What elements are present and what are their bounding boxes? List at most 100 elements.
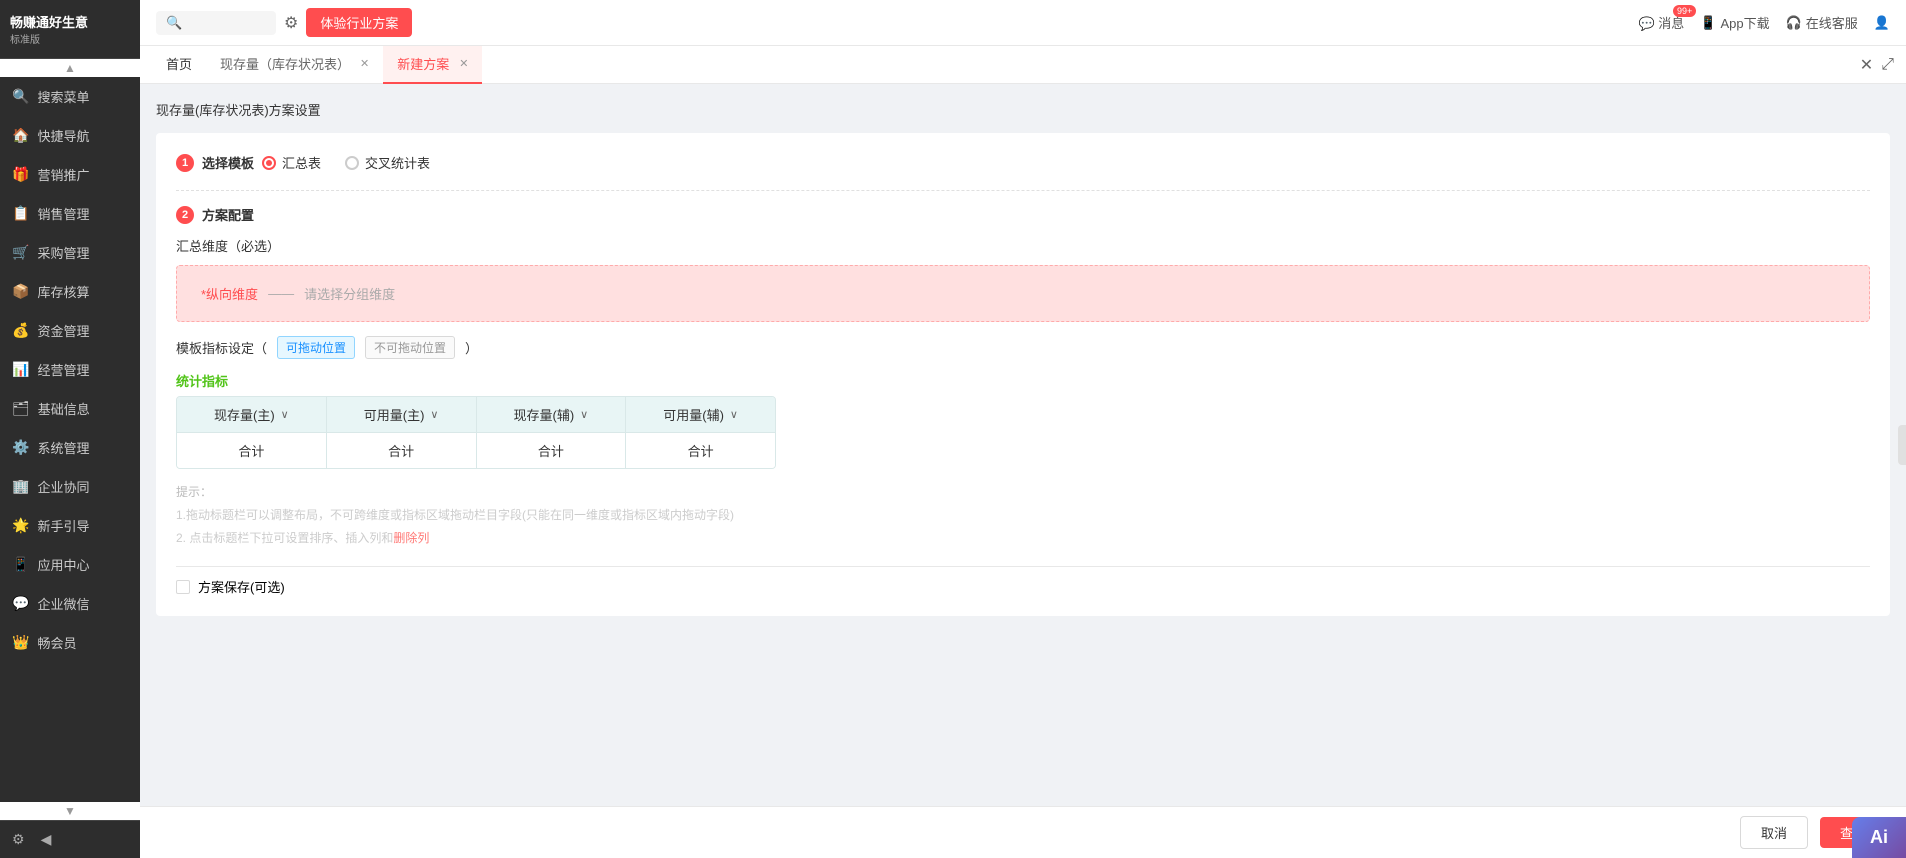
step2-number: 2 bbox=[176, 206, 194, 224]
dimension-sublabel: 汇总维度（必选） bbox=[176, 236, 1870, 255]
page-header: 现存量(库存状况表)方案设置 bbox=[156, 100, 1890, 119]
online-service-label: 在线客服 bbox=[1806, 13, 1858, 32]
building-icon: 🏢 bbox=[12, 478, 29, 495]
sidebar-item-search[interactable]: 🔍 搜索菜单 bbox=[0, 77, 140, 116]
sidebar-scroll-up[interactable]: ▲ bbox=[0, 59, 140, 77]
col-header-1[interactable]: 可用量(主) ∨ bbox=[327, 397, 477, 432]
tab-inventory-close[interactable]: ✕ bbox=[360, 57, 369, 70]
sidebar-label-marketing: 营销推广 bbox=[37, 165, 89, 184]
step1-section: 1 选择模板 汇总表 交叉统计表 bbox=[176, 153, 1870, 172]
sidebar-logo: 畅赚通好生意 标准版 bbox=[0, 0, 140, 59]
sidebar-item-stock[interactable]: 📦 库存核算 bbox=[0, 272, 140, 311]
stats-table: 现存量(主) ∨ 可用量(主) ∨ 现存量(辅) ∨ 可用量(辅) bbox=[176, 396, 776, 469]
avatar-icon: 👤 bbox=[1874, 15, 1890, 31]
radio-summary-circle bbox=[262, 156, 276, 170]
message-label: 消息 bbox=[1658, 16, 1684, 31]
sidebar-item-sales[interactable]: 📋 销售管理 bbox=[0, 194, 140, 233]
sidebar-item-management[interactable]: 📊 经营管理 bbox=[0, 350, 140, 389]
sidebar-footer: ⚙ ◀ bbox=[0, 820, 140, 858]
download-icon: 📱 bbox=[1700, 15, 1716, 31]
chevron-2[interactable]: ∨ bbox=[580, 408, 588, 421]
save-checkbox[interactable] bbox=[176, 580, 190, 594]
gift-icon: 🎁 bbox=[12, 166, 29, 183]
sidebar-item-appcenter[interactable]: 📱 应用中心 bbox=[0, 545, 140, 584]
radio-cross[interactable]: 交叉统计表 bbox=[345, 153, 430, 172]
settings-icon-topbar[interactable]: ⚙ bbox=[284, 13, 298, 33]
sidebar-label-finance: 资金管理 bbox=[37, 321, 89, 340]
sidebar-item-purchase[interactable]: 🛒 采购管理 bbox=[0, 233, 140, 272]
trial-btn[interactable]: 体验行业方案 bbox=[306, 8, 412, 37]
gear-icon: ⚙️ bbox=[12, 439, 29, 456]
settings-panel: 1 选择模板 汇总表 交叉统计表 bbox=[156, 133, 1890, 616]
search-icon-topbar: 🔍 bbox=[166, 15, 182, 31]
dim-required-mark: *纵向维度 bbox=[201, 284, 258, 303]
sidebar-item-member[interactable]: 👑 畅会员 bbox=[0, 623, 140, 662]
ai-float-button[interactable]: Ai bbox=[1852, 817, 1906, 858]
search-icon: 🔍 bbox=[12, 88, 29, 105]
sidebar-item-finance[interactable]: 💰 资金管理 bbox=[0, 311, 140, 350]
online-service-btn[interactable]: 🎧 在线客服 bbox=[1786, 13, 1858, 32]
stats-label: 统计指标 bbox=[176, 371, 1870, 390]
col-header-0[interactable]: 现存量(主) ∨ bbox=[177, 397, 327, 432]
tab-home[interactable]: 首页 bbox=[152, 46, 206, 84]
radio-summary[interactable]: 汇总表 bbox=[262, 153, 321, 172]
template-indicator: 模板指标设定（ 可拖动位置 不可拖动位置 ） bbox=[176, 336, 1870, 359]
box-icon: 📦 bbox=[12, 283, 29, 300]
tab-new-plan[interactable]: 新建方案 ✕ bbox=[383, 46, 482, 84]
content-area: 现存量(库存状况表)方案设置 1 选择模板 汇总表 交叉统计表 bbox=[140, 84, 1906, 806]
resize-handle[interactable] bbox=[1898, 425, 1906, 465]
col-header-3[interactable]: 可用量(辅) ∨ bbox=[626, 397, 775, 432]
page-title: 现存量(库存状况表)方案设置 bbox=[156, 103, 321, 118]
app-download-label: App下载 bbox=[1720, 13, 1769, 32]
chart-icon: 📊 bbox=[12, 361, 29, 378]
col-header-2[interactable]: 现存量(辅) ∨ bbox=[477, 397, 627, 432]
step2-title: 方案配置 bbox=[202, 205, 254, 224]
main-area: 🔍 ⚙ 体验行业方案 💬 消息 99+ 📱 App下载 🎧 在线客服 👤 bbox=[140, 0, 1906, 858]
step2-label: 2 方案配置 bbox=[176, 205, 1870, 224]
divider-1 bbox=[176, 190, 1870, 191]
sidebar-item-shortcut[interactable]: 🏠 快捷导航 bbox=[0, 116, 140, 155]
chevron-1[interactable]: ∨ bbox=[430, 408, 438, 421]
cancel-button[interactable]: 取消 bbox=[1740, 816, 1808, 849]
tips-section: 提示： 1.拖动标题栏可以调整布局，不可跨维度或指标区域拖动栏目字段(只能在同一… bbox=[176, 483, 1870, 548]
sidebar-item-newguide[interactable]: 🌟 新手引导 bbox=[0, 506, 140, 545]
sidebar-label-stock: 库存核算 bbox=[37, 282, 89, 301]
tab-inventory-status[interactable]: 现存量（库存状况表） ✕ bbox=[206, 46, 383, 84]
settings-footer-icon[interactable]: ⚙ bbox=[12, 831, 25, 848]
sidebar-item-basic[interactable]: 🗂 基础信息 bbox=[0, 389, 140, 428]
step2-section: 2 方案配置 汇总维度（必选） *纵向维度 —— 请选择分组维度 模板指标设定（… bbox=[176, 205, 1870, 548]
message-btn[interactable]: 💬 消息 99+ bbox=[1638, 13, 1684, 32]
search-box[interactable]: 🔍 bbox=[156, 11, 276, 35]
tip-2-prefix: 2. 点击标题栏下拉可设置排序、插入列和 bbox=[176, 531, 393, 545]
sidebar-item-marketing[interactable]: 🎁 营销推广 bbox=[0, 155, 140, 194]
toggle-sidebar-icon[interactable]: ◀ bbox=[41, 831, 52, 848]
sidebar-item-system[interactable]: ⚙️ 系统管理 bbox=[0, 428, 140, 467]
topbar: 🔍 ⚙ 体验行业方案 💬 消息 99+ 📱 App下载 🎧 在线客服 👤 bbox=[140, 0, 1906, 46]
cell-0-2: 合计 bbox=[477, 433, 627, 468]
sidebar-label-enterprise: 企业协同 bbox=[37, 477, 89, 496]
sidebar-scroll-down[interactable]: ▼ bbox=[0, 802, 140, 820]
headphone-icon: 🎧 bbox=[1786, 15, 1802, 31]
window-controls: ✕ ⤢ bbox=[1860, 55, 1894, 75]
app-download-btn[interactable]: 📱 App下载 bbox=[1700, 13, 1769, 32]
expand-window-btn[interactable]: ⤢ bbox=[1881, 56, 1894, 74]
sidebar-label-wechat: 企业微信 bbox=[37, 594, 89, 613]
chevron-3[interactable]: ∨ bbox=[730, 408, 738, 421]
sidebar-item-enterprise[interactable]: 🏢 企业协同 bbox=[0, 467, 140, 506]
cell-0-0: 合计 bbox=[177, 433, 327, 468]
tip-2-highlight: 删除列 bbox=[393, 531, 429, 545]
message-icon: 💬 bbox=[1638, 16, 1654, 31]
tab-new-plan-close[interactable]: ✕ bbox=[459, 57, 468, 70]
search-input[interactable] bbox=[188, 16, 268, 30]
sidebar-scroll: 🔍 搜索菜单 🏠 快捷导航 🎁 营销推广 📋 销售管理 🛒 采购管理 📦 库存核… bbox=[0, 77, 140, 802]
stats-table-header: 现存量(主) ∨ 可用量(主) ∨ 现存量(辅) ∨ 可用量(辅) bbox=[177, 397, 775, 432]
tip-1-text: 1.拖动标题栏可以调整布局，不可跨维度或指标区域拖动栏目字段(只能在同一维度或指… bbox=[176, 508, 734, 522]
cart-icon: 🛒 bbox=[12, 244, 29, 261]
chevron-0[interactable]: ∨ bbox=[281, 408, 289, 421]
close-window-btn[interactable]: ✕ bbox=[1860, 55, 1873, 75]
user-avatar[interactable]: 👤 bbox=[1874, 15, 1890, 31]
dimension-box[interactable]: *纵向维度 —— 请选择分组维度 bbox=[176, 265, 1870, 322]
sidebar-item-wechat[interactable]: 💬 企业微信 bbox=[0, 584, 140, 623]
dim-dash: —— bbox=[268, 286, 294, 301]
crown-icon: 👑 bbox=[12, 634, 29, 651]
